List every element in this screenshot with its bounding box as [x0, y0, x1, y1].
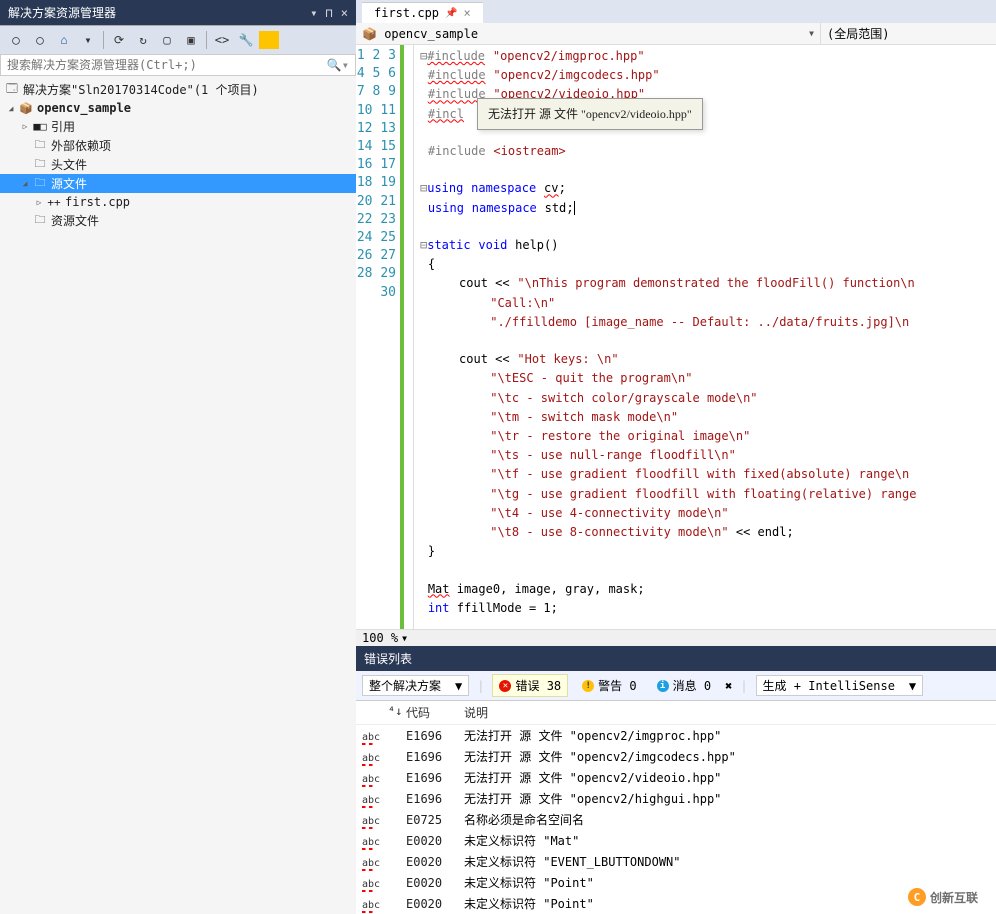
project-node[interactable]: 📦 opencv_sample [0, 99, 356, 117]
sync-icon[interactable]: ⟳ [108, 29, 130, 51]
build-intellisense-dropdown[interactable]: 生成 + IntelliSense ▼ [756, 675, 924, 696]
col-code[interactable]: 代码 [406, 704, 464, 721]
error-icon: ✕ [499, 680, 511, 692]
solution-node[interactable]: 🗔 解决方案"Sln20170314Code"(1 个项目) [0, 80, 356, 99]
errors-filter[interactable]: ✕ 错误 38 [492, 674, 568, 697]
resources-node[interactable]: 🗀 资源文件 [0, 211, 356, 230]
pin-icon[interactable]: 📌 [445, 8, 457, 19]
solution-icon: 🗔 [4, 82, 20, 98]
expand-icon[interactable] [18, 178, 32, 189]
pin-icon[interactable]: ⊓ [326, 6, 333, 20]
chevron-down-icon: ▼ [809, 29, 814, 38]
col-desc[interactable]: 说明 [464, 704, 990, 721]
search-input[interactable] [7, 58, 327, 72]
error-list-panel: 错误列表 整个解决方案 ▼ | ✕ 错误 38 ! 警告 0 i 消息 0 [356, 646, 996, 914]
solution-explorer-header: 解决方案资源管理器 ▾ ⊓ × [0, 0, 356, 25]
expand-icon[interactable] [18, 121, 32, 132]
project-dropdown[interactable]: 📦 opencv_sample ▼ [356, 23, 821, 44]
solution-explorer-panel: 解决方案资源管理器 ▾ ⊓ × ◯ ◯ ⌂ ▾ ⟳ ↻ ▢ ▣ <> 🔧 🔍▾ … [0, 0, 356, 914]
error-row[interactable]: abcE0020未定义标识符 "Mat" [356, 830, 996, 851]
scope-dropdown[interactable]: (全局范围) [821, 23, 996, 44]
abc-icon: abc [362, 753, 380, 764]
forward-icon[interactable]: ◯ [29, 29, 51, 51]
folder-icon: 🗀 [32, 213, 48, 229]
zoom-level[interactable]: 100 % [362, 631, 398, 645]
project-icon: 📦 [18, 100, 34, 116]
code-icon[interactable]: <> [211, 29, 233, 51]
properties-icon[interactable]: 🔧 [235, 29, 257, 51]
line-numbers: 1 2 3 4 5 6 7 8 9 10 11 12 13 14 15 16 1… [356, 45, 400, 629]
watermark: C 创新互联 [908, 888, 978, 906]
abc-icon: abc [362, 900, 380, 911]
tab-first-cpp[interactable]: first.cpp 📌 × [362, 2, 483, 23]
panel-title: 解决方案资源管理器 [8, 4, 116, 21]
close-icon[interactable]: × [341, 6, 348, 20]
abc-icon: abc [362, 837, 380, 848]
chevron-down-icon[interactable]: ▼ [402, 634, 407, 643]
tab-bar: first.cpp 📌 × [356, 0, 996, 23]
expand-icon[interactable] [4, 103, 18, 114]
folder-icon: 🗀 [32, 176, 48, 192]
clear-icon[interactable]: ✖ [725, 679, 732, 693]
info-icon: i [657, 680, 669, 692]
messages-filter[interactable]: i 消息 0 [651, 675, 717, 696]
error-row[interactable]: abcE1696无法打开 源 文件 "opencv2/highgui.hpp" [356, 788, 996, 809]
refresh-icon[interactable]: ↻ [132, 29, 154, 51]
abc-icon: abc [362, 732, 380, 743]
dropdown-icon[interactable]: ▾ [77, 29, 99, 51]
abc-icon: abc [362, 816, 380, 827]
code-editor[interactable]: 1 2 3 4 5 6 7 8 9 10 11 12 13 14 15 16 1… [356, 45, 996, 629]
warning-icon: ! [582, 680, 594, 692]
home-icon[interactable]: ⌂ [53, 29, 75, 51]
error-row[interactable]: abcE0725名称必须是命名空间名 [356, 809, 996, 830]
folder-icon: 🗀 [32, 138, 48, 154]
error-tooltip: 无法打开 源 文件 "opencv2/videoio.hpp" [477, 98, 703, 130]
solution-toolbar: ◯ ◯ ⌂ ▾ ⟳ ↻ ▢ ▣ <> 🔧 [0, 25, 356, 54]
sort-icon[interactable]: ⁴↓ [388, 704, 406, 721]
zoom-bar: 100 % ▼ [356, 629, 996, 646]
error-row[interactable]: abcE0020未定义标识符 "Point" [356, 893, 996, 914]
references-icon: ■□ [32, 119, 48, 135]
abc-icon: abc [362, 774, 380, 785]
references-node[interactable]: ■□ 引用 [0, 117, 356, 136]
search-icon[interactable]: 🔍▾ [327, 58, 349, 72]
collapse-icon[interactable]: ▣ [180, 29, 202, 51]
solution-tree: 🗔 解决方案"Sln20170314Code"(1 个项目) 📦 opencv_… [0, 76, 356, 914]
error-rows: abcE1696无法打开 源 文件 "opencv2/imgproc.hpp"a… [356, 725, 996, 914]
show-all-icon[interactable]: ▢ [156, 29, 178, 51]
error-list-header: 错误列表 [356, 646, 996, 671]
editor-panel: first.cpp 📌 × 📦 opencv_sample ▼ (全局范围) 1… [356, 0, 996, 914]
back-icon[interactable]: ◯ [5, 29, 27, 51]
watermark-logo: C [908, 888, 926, 906]
code-outline[interactable] [400, 45, 414, 629]
cpp-file-icon: ++ [46, 194, 62, 210]
error-row[interactable]: abcE0020未定义标识符 "Point" [356, 872, 996, 893]
chevron-down-icon: ▼ [455, 679, 462, 693]
warnings-filter[interactable]: ! 警告 0 [576, 675, 642, 696]
scope-dropdown[interactable]: 整个解决方案 ▼ [362, 675, 469, 696]
error-row[interactable]: abcE1696无法打开 源 文件 "opencv2/imgcodecs.hpp… [356, 746, 996, 767]
error-row[interactable]: abcE1696无法打开 源 文件 "opencv2/imgproc.hpp" [356, 725, 996, 746]
headers-node[interactable]: 🗀 头文件 [0, 155, 356, 174]
error-columns: ⁴↓ 代码 说明 [356, 701, 996, 725]
abc-icon: abc [362, 858, 380, 869]
solution-search[interactable]: 🔍▾ [0, 54, 356, 76]
code-content[interactable]: ⊟#include "opencv2/imgproc.hpp" #include… [414, 45, 996, 629]
wrench-icon[interactable] [259, 31, 279, 49]
abc-icon: abc [362, 795, 380, 806]
folder-icon: 🗀 [32, 157, 48, 173]
code-nav-bar: 📦 opencv_sample ▼ (全局范围) [356, 23, 996, 45]
abc-icon: abc [362, 879, 380, 890]
sources-node[interactable]: 🗀 源文件 [0, 174, 356, 193]
expand-icon[interactable] [32, 197, 46, 208]
chevron-down-icon: ▼ [909, 679, 916, 693]
error-row[interactable]: abcE1696无法打开 源 文件 "opencv2/videoio.hpp" [356, 767, 996, 788]
dropdown-icon[interactable]: ▾ [310, 6, 317, 20]
error-toolbar: 整个解决方案 ▼ | ✕ 错误 38 ! 警告 0 i 消息 0 ✖ | 生成 … [356, 671, 996, 701]
error-row[interactable]: abcE0020未定义标识符 "EVENT_LBUTTONDOWN" [356, 851, 996, 872]
external-deps-node[interactable]: 🗀 外部依赖项 [0, 136, 356, 155]
file-first-cpp[interactable]: ++ first.cpp [0, 193, 356, 211]
close-icon[interactable]: × [463, 6, 470, 20]
